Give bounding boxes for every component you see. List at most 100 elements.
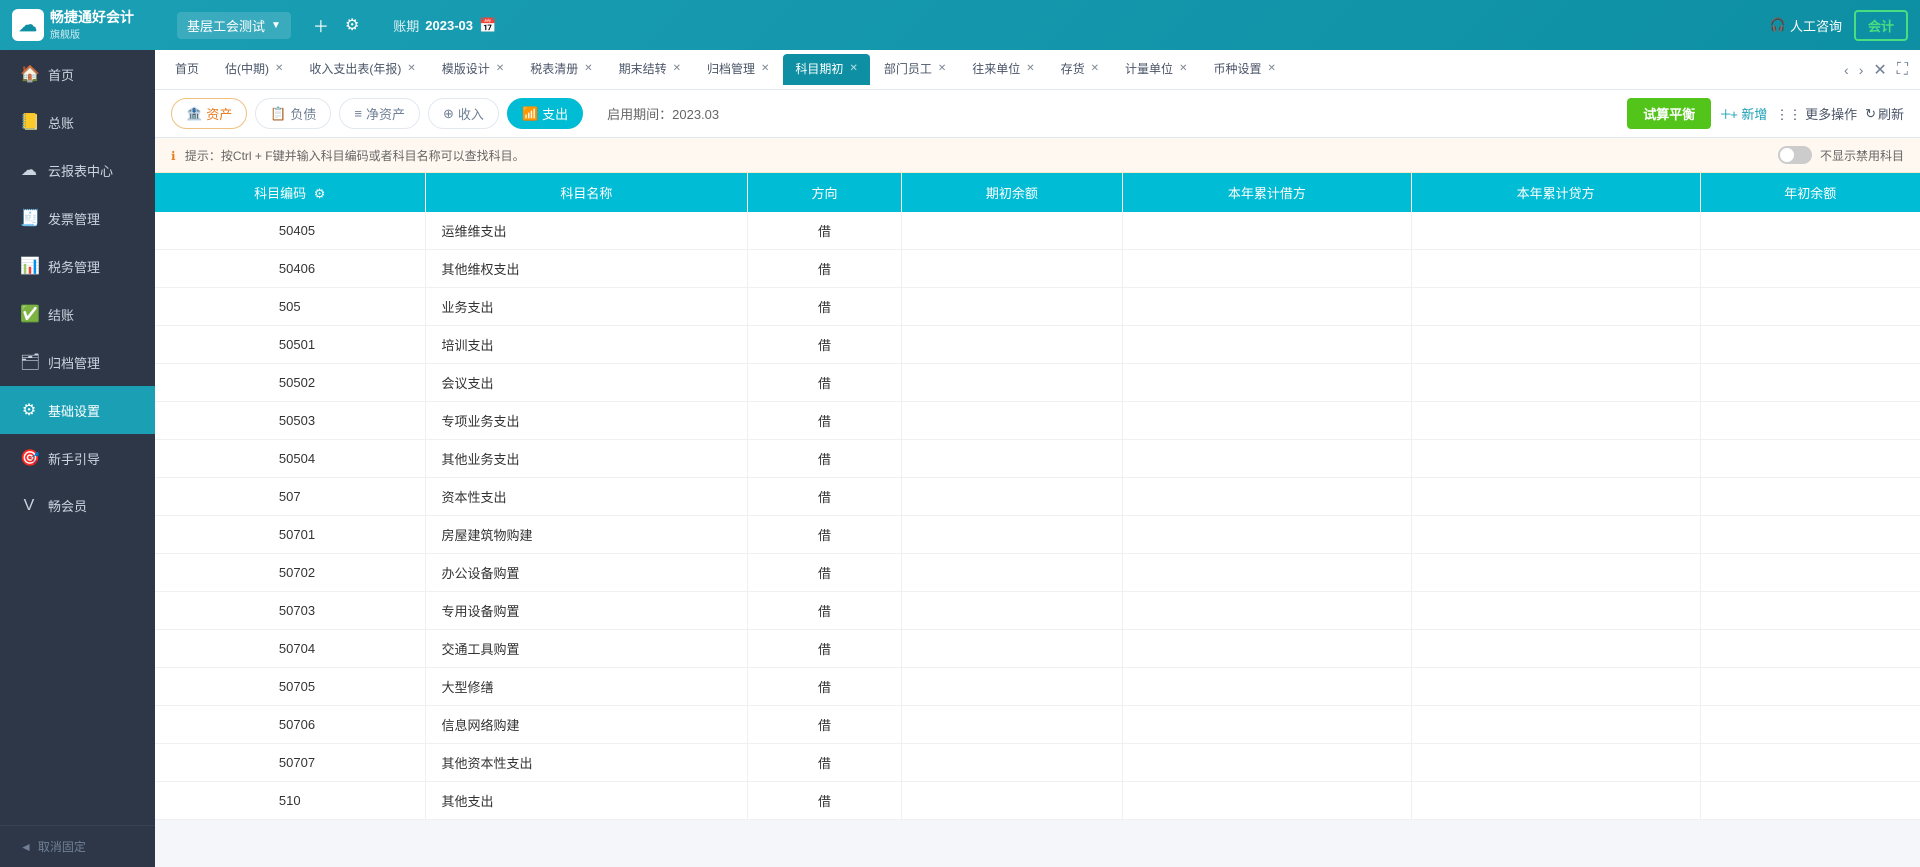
table-row[interactable]: 50705 大型修缮 借 (155, 668, 1920, 706)
tab-close-9[interactable]: ✕ (1026, 63, 1034, 74)
refresh-button[interactable]: ↻ 刷新 (1865, 104, 1904, 123)
tab-首页[interactable]: 首页 (163, 54, 211, 85)
content-area: 首页估(中期)✕收入支出表(年报)✕模版设计✕税表清册✕期末结转✕归档管理✕科目… (155, 50, 1920, 867)
tab-close-11[interactable]: ✕ (1179, 63, 1187, 74)
trial-balance-button[interactable]: 试算平衡 (1627, 98, 1711, 129)
table-row[interactable]: 50503 专项业务支出 借 (155, 402, 1920, 440)
table-row[interactable]: 50502 会议支出 借 (155, 364, 1920, 402)
tab-close-all-button[interactable]: ✕ (1869, 56, 1890, 84)
sidebar-label-5: 结账 (48, 305, 74, 324)
table-row[interactable]: 50704 交通工具购置 借 (155, 630, 1920, 668)
cell-direction-9: 借 (748, 554, 902, 592)
cell-opening-14 (901, 744, 1122, 782)
account-type-button[interactable]: 会计 (1854, 10, 1908, 41)
tab-close-10[interactable]: ✕ (1091, 63, 1099, 74)
table-row[interactable]: 510 其他支出 借 (155, 782, 1920, 820)
tab-往来单位[interactable]: 往来单位✕ (960, 54, 1046, 85)
tab-close-8[interactable]: ✕ (938, 63, 946, 74)
table-row[interactable]: 50707 其他资本性支出 借 (155, 744, 1920, 782)
table-row[interactable]: 505 业务支出 借 (155, 288, 1920, 326)
cell-name-15: 其他支出 (425, 782, 748, 820)
sidebar-item-发票管理[interactable]: 🧾发票管理 (0, 194, 155, 242)
column-settings-icon[interactable]: ⚙ (314, 186, 326, 201)
table-row[interactable]: 50703 专用设备购置 借 (155, 592, 1920, 630)
hint-bar: ℹ 提示：按Ctrl + F键并输入科目编码或者科目名称可以查找科目。 不显示禁… (155, 138, 1920, 173)
table-row[interactable]: 50501 培训支出 借 (155, 326, 1920, 364)
tab-label-11: 计量单位 (1125, 60, 1173, 77)
tab-nav-next[interactable]: › (1855, 58, 1868, 82)
sidebar-item-结账[interactable]: ✅结账 (0, 290, 155, 338)
sidebar-item-云报表中心[interactable]: ☁云报表中心 (0, 146, 155, 194)
sub-tab-expense[interactable]: 📶支出 (507, 98, 583, 129)
sidebar-item-新手引导[interactable]: 🎯新手引导 (0, 434, 155, 482)
tab-期末结转[interactable]: 期末结转✕ (607, 54, 693, 85)
cell-year-opening-8 (1700, 516, 1920, 554)
sidebar-item-总账[interactable]: 📒总账 (0, 98, 155, 146)
cell-name-0: 运维维支出 (425, 212, 748, 250)
sidebar-item-首页[interactable]: 🏠首页 (0, 50, 155, 98)
tab-部门员工[interactable]: 部门员工 ✕ (872, 54, 958, 85)
table-row[interactable]: 50701 房屋建筑物购建 借 (155, 516, 1920, 554)
sidebar-item-税务管理[interactable]: 📊税务管理 (0, 242, 155, 290)
cell-code-11: 50704 (155, 630, 425, 668)
cell-code-1: 50406 (155, 250, 425, 288)
tab-close-4[interactable]: ✕ (584, 63, 592, 74)
sidebar-item-归档管理[interactable]: 🗂归档管理 (0, 338, 155, 386)
table-row[interactable]: 50504 其他业务支出 借 (155, 440, 1920, 478)
sidebar-icon-0: 🏠 (20, 64, 38, 84)
sub-tab-equity[interactable]: ≡净资产 (339, 98, 420, 129)
tab-close-2[interactable]: ✕ (407, 63, 415, 74)
tab-税表清册[interactable]: 税表清册✕ (518, 54, 604, 85)
sidebar-icon-9: V (20, 497, 38, 515)
tab-收入支出表(年报)[interactable]: 收入支出表(年报)✕ (297, 54, 427, 85)
cell-opening-4 (901, 364, 1122, 402)
sidebar-item-畅会员[interactable]: V畅会员 (0, 482, 155, 529)
sidebar-icon-2: ☁ (20, 160, 38, 180)
tab-close-6[interactable]: ✕ (761, 63, 769, 74)
add-account-button[interactable]: ＋ + 新增 (1719, 104, 1767, 123)
table-row[interactable]: 50406 其他维权支出 借 (155, 250, 1920, 288)
app-logo-icon: ☁ (12, 9, 44, 41)
tab-label-8: 部门员工 (884, 60, 932, 77)
cell-ytd-credit-10 (1411, 592, 1700, 630)
tab-归档管理[interactable]: 归档管理✕ (695, 54, 781, 85)
table-row[interactable]: 50702 办公设备购置 借 (155, 554, 1920, 592)
sidebar-collapse-button[interactable]: ◄ 取消固定 (0, 825, 155, 867)
sidebar-item-基础设置[interactable]: ⚙基础设置 (0, 386, 155, 434)
cell-direction-3: 借 (748, 326, 902, 364)
tab-close-1[interactable]: ✕ (275, 63, 283, 74)
tab-币种设置[interactable]: 币种设置✕ (1201, 54, 1287, 85)
tab-nav-prev[interactable]: ‹ (1840, 58, 1853, 82)
tab-科目期初[interactable]: 科目期初✕ (783, 54, 869, 85)
tab-模版设计[interactable]: 模版设计✕ (430, 54, 516, 85)
table-row[interactable]: 507 资本性支出 借 (155, 478, 1920, 516)
col-year-opening: 年初余额 (1700, 173, 1920, 212)
more-actions-button[interactable]: ⋮⋮ 更多操作 (1775, 104, 1857, 123)
service-button[interactable]: 🎧 人工咨询 (1770, 16, 1842, 35)
tab-maximize-button[interactable]: ⛶ (1893, 57, 1912, 83)
settings-icon-button[interactable]: ⚙ (341, 11, 363, 39)
table-row[interactable]: 50405 运维维支出 借 (155, 212, 1920, 250)
cell-name-2: 业务支出 (425, 288, 748, 326)
tab-存货[interactable]: 存货✕ (1049, 54, 1111, 85)
headset-icon: 🎧 (1770, 17, 1786, 33)
tab-close-7[interactable]: ✕ (849, 63, 857, 74)
tab-计量单位[interactable]: 计量单位 ✕ (1113, 54, 1199, 85)
tab-close-12[interactable]: ✕ (1267, 63, 1275, 74)
tab-close-3[interactable]: ✕ (496, 63, 504, 74)
sub-tab-liability[interactable]: 📋负债 (255, 98, 331, 129)
tab-估(中期)[interactable]: 估(中期)✕ (213, 54, 295, 85)
disabled-accounts-toggle[interactable] (1778, 146, 1812, 164)
calendar-icon[interactable]: 📅 (479, 17, 496, 34)
table-row[interactable]: 50706 信息网络购建 借 (155, 706, 1920, 744)
cell-ytd-credit-1 (1411, 250, 1700, 288)
tab-close-5[interactable]: ✕ (673, 63, 681, 74)
cell-ytd-debit-5 (1122, 402, 1411, 440)
cell-direction-8: 借 (748, 516, 902, 554)
sub-tab-income[interactable]: ⊕收入 (428, 98, 499, 129)
cell-ytd-debit-0 (1122, 212, 1411, 250)
add-tab-button[interactable]: ＋ (309, 9, 333, 41)
sub-tab-asset[interactable]: 🏦资产 (171, 98, 247, 129)
cell-code-5: 50503 (155, 402, 425, 440)
company-selector[interactable]: 基层工会测试 ▼ (177, 12, 291, 39)
